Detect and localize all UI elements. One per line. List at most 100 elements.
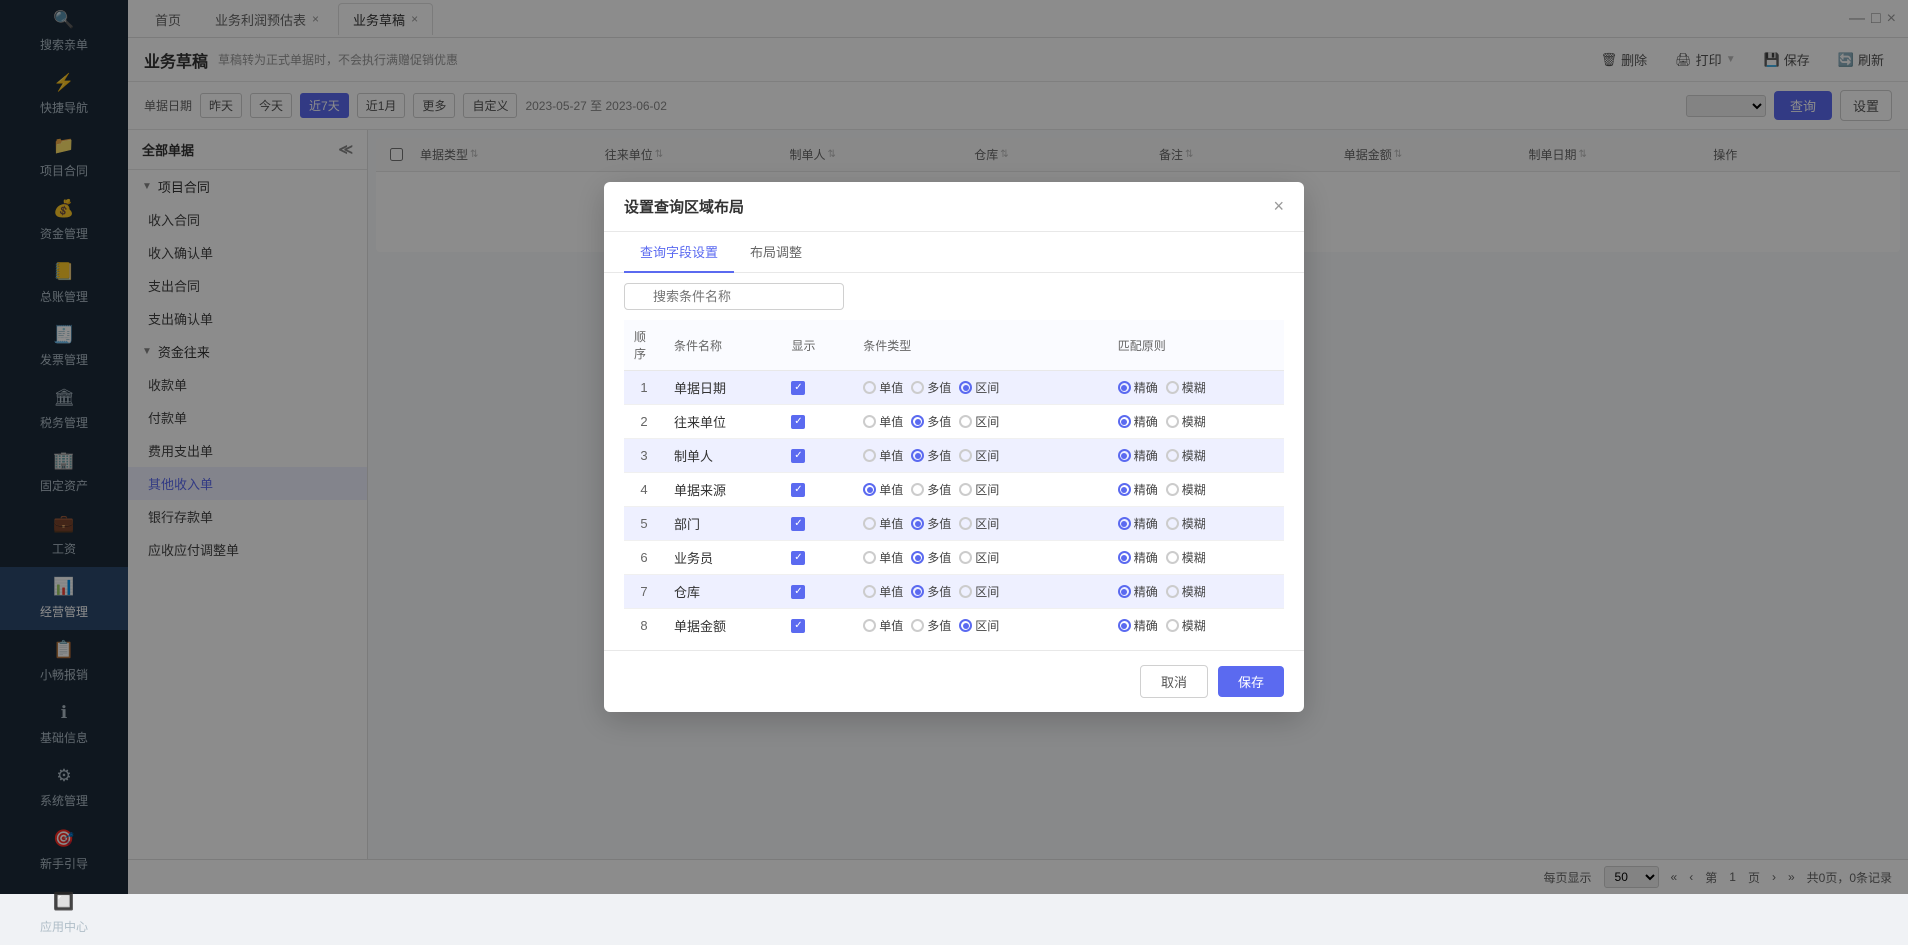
display-checkbox[interactable] [791, 619, 805, 633]
radio-condition-区间[interactable]: 区间 [959, 447, 999, 464]
radio-condition-区间[interactable]: 区间 [959, 379, 999, 396]
radio-circle [1166, 483, 1179, 496]
modal-close-button[interactable]: × [1273, 196, 1284, 217]
radio-match-模糊[interactable]: 模糊 [1166, 617, 1206, 634]
cell-display[interactable] [781, 541, 853, 575]
table-row: 2往来单位单值多值区间精确模糊 [624, 405, 1284, 439]
radio-condition-多值[interactable]: 多值 [911, 515, 951, 532]
cell-order: 3 [624, 439, 664, 473]
radio-circle [959, 585, 972, 598]
radio-condition-单值[interactable]: 单值 [863, 617, 903, 634]
radio-match-精确[interactable]: 精确 [1118, 549, 1158, 566]
cell-display[interactable] [781, 439, 853, 473]
radio-circle [863, 381, 876, 394]
radio-match-模糊[interactable]: 模糊 [1166, 515, 1206, 532]
radio-circle [911, 585, 924, 598]
cell-match-rule[interactable]: 精确模糊 [1108, 439, 1284, 473]
cell-match-rule[interactable]: 精确模糊 [1108, 371, 1284, 405]
cell-display[interactable] [781, 405, 853, 439]
radio-condition-区间[interactable]: 区间 [959, 515, 999, 532]
radio-match-精确[interactable]: 精确 [1118, 379, 1158, 396]
radio-condition-多值[interactable]: 多值 [911, 617, 951, 634]
radio-condition-多值[interactable]: 多值 [911, 481, 951, 498]
modal-search-area: 🔍 [604, 273, 1304, 320]
radio-condition-区间[interactable]: 区间 [959, 583, 999, 600]
radio-match-精确[interactable]: 精确 [1118, 447, 1158, 464]
cell-match-rule[interactable]: 精确模糊 [1108, 507, 1284, 541]
cell-match-rule[interactable]: 精确模糊 [1108, 541, 1284, 575]
radio-match-精确[interactable]: 精确 [1118, 481, 1158, 498]
radio-condition-区间[interactable]: 区间 [959, 481, 999, 498]
modal-table-scroll[interactable]: 顺序 条件名称 显示 条件类型 匹配原则 1单据日期单值多值区间精确模糊2往来单… [624, 320, 1284, 640]
th-order: 顺序 [624, 320, 664, 371]
cell-order: 6 [624, 541, 664, 575]
cell-match-rule[interactable]: 精确模糊 [1108, 575, 1284, 609]
radio-match-模糊[interactable]: 模糊 [1166, 447, 1206, 464]
radio-condition-单值[interactable]: 单值 [863, 515, 903, 532]
cell-display[interactable] [781, 507, 853, 541]
radio-match-模糊[interactable]: 模糊 [1166, 549, 1206, 566]
radio-circle [911, 415, 924, 428]
radio-circle [1118, 585, 1131, 598]
radio-match-精确[interactable]: 精确 [1118, 617, 1158, 634]
cell-display[interactable] [781, 371, 853, 405]
radio-condition-单值[interactable]: 单值 [863, 583, 903, 600]
radio-condition-单值[interactable]: 单值 [863, 379, 903, 396]
cell-match-rule[interactable]: 精确模糊 [1108, 473, 1284, 507]
display-checkbox[interactable] [791, 585, 805, 599]
radio-match-模糊[interactable]: 模糊 [1166, 481, 1206, 498]
radio-condition-单值[interactable]: 单值 [863, 447, 903, 464]
radio-circle [863, 517, 876, 530]
radio-match-精确[interactable]: 精确 [1118, 515, 1158, 532]
radio-match-模糊[interactable]: 模糊 [1166, 583, 1206, 600]
radio-condition-单值[interactable]: 单值 [863, 549, 903, 566]
cell-condition-type[interactable]: 单值多值区间 [853, 405, 1108, 439]
radio-condition-区间[interactable]: 区间 [959, 617, 999, 634]
modal-overlay[interactable]: 设置查询区域布局 × 查询字段设置 布局调整 🔍 [0, 0, 1908, 894]
cell-condition-type[interactable]: 单值多值区间 [853, 473, 1108, 507]
radio-condition-单值[interactable]: 单值 [863, 413, 903, 430]
cell-condition-type[interactable]: 单值多值区间 [853, 371, 1108, 405]
display-checkbox[interactable] [791, 517, 805, 531]
cell-display[interactable] [781, 575, 853, 609]
cell-order: 8 [624, 609, 664, 641]
modal-tab-query-fields[interactable]: 查询字段设置 [624, 232, 734, 273]
table-row: 8单据金额单值多值区间精确模糊 [624, 609, 1284, 641]
radio-condition-多值[interactable]: 多值 [911, 583, 951, 600]
radio-match-模糊[interactable]: 模糊 [1166, 413, 1206, 430]
cell-match-rule[interactable]: 精确模糊 [1108, 609, 1284, 641]
radio-condition-多值[interactable]: 多值 [911, 447, 951, 464]
radio-condition-多值[interactable]: 多值 [911, 413, 951, 430]
cell-condition-type[interactable]: 单值多值区间 [853, 507, 1108, 541]
save-confirm-button[interactable]: 保存 [1218, 666, 1284, 697]
display-checkbox[interactable] [791, 483, 805, 497]
radio-match-精确[interactable]: 精确 [1118, 413, 1158, 430]
table-row: 1单据日期单值多值区间精确模糊 [624, 371, 1284, 405]
radio-condition-多值[interactable]: 多值 [911, 379, 951, 396]
display-checkbox[interactable] [791, 381, 805, 395]
cell-condition-type[interactable]: 单值多值区间 [853, 439, 1108, 473]
cell-display[interactable] [781, 473, 853, 507]
cell-condition-type[interactable]: 单值多值区间 [853, 541, 1108, 575]
modal-footer: 取消 保存 [604, 650, 1304, 712]
radio-condition-区间[interactable]: 区间 [959, 549, 999, 566]
radio-match-模糊[interactable]: 模糊 [1166, 379, 1206, 396]
cell-condition-type[interactable]: 单值多值区间 [853, 575, 1108, 609]
cell-condition-type[interactable]: 单值多值区间 [853, 609, 1108, 641]
cell-order: 2 [624, 405, 664, 439]
radio-circle [863, 415, 876, 428]
modal-tab-layout[interactable]: 布局调整 [734, 232, 818, 273]
display-checkbox[interactable] [791, 449, 805, 463]
radio-match-精确[interactable]: 精确 [1118, 583, 1158, 600]
cell-condition-name: 往来单位 [664, 405, 781, 439]
radio-condition-多值[interactable]: 多值 [911, 549, 951, 566]
radio-condition-单值[interactable]: 单值 [863, 481, 903, 498]
cell-condition-name: 单据金额 [664, 609, 781, 641]
cell-display[interactable] [781, 609, 853, 641]
display-checkbox[interactable] [791, 415, 805, 429]
cancel-button[interactable]: 取消 [1140, 665, 1208, 698]
modal-search-input[interactable] [624, 283, 844, 310]
radio-condition-区间[interactable]: 区间 [959, 413, 999, 430]
cell-match-rule[interactable]: 精确模糊 [1108, 405, 1284, 439]
display-checkbox[interactable] [791, 551, 805, 565]
